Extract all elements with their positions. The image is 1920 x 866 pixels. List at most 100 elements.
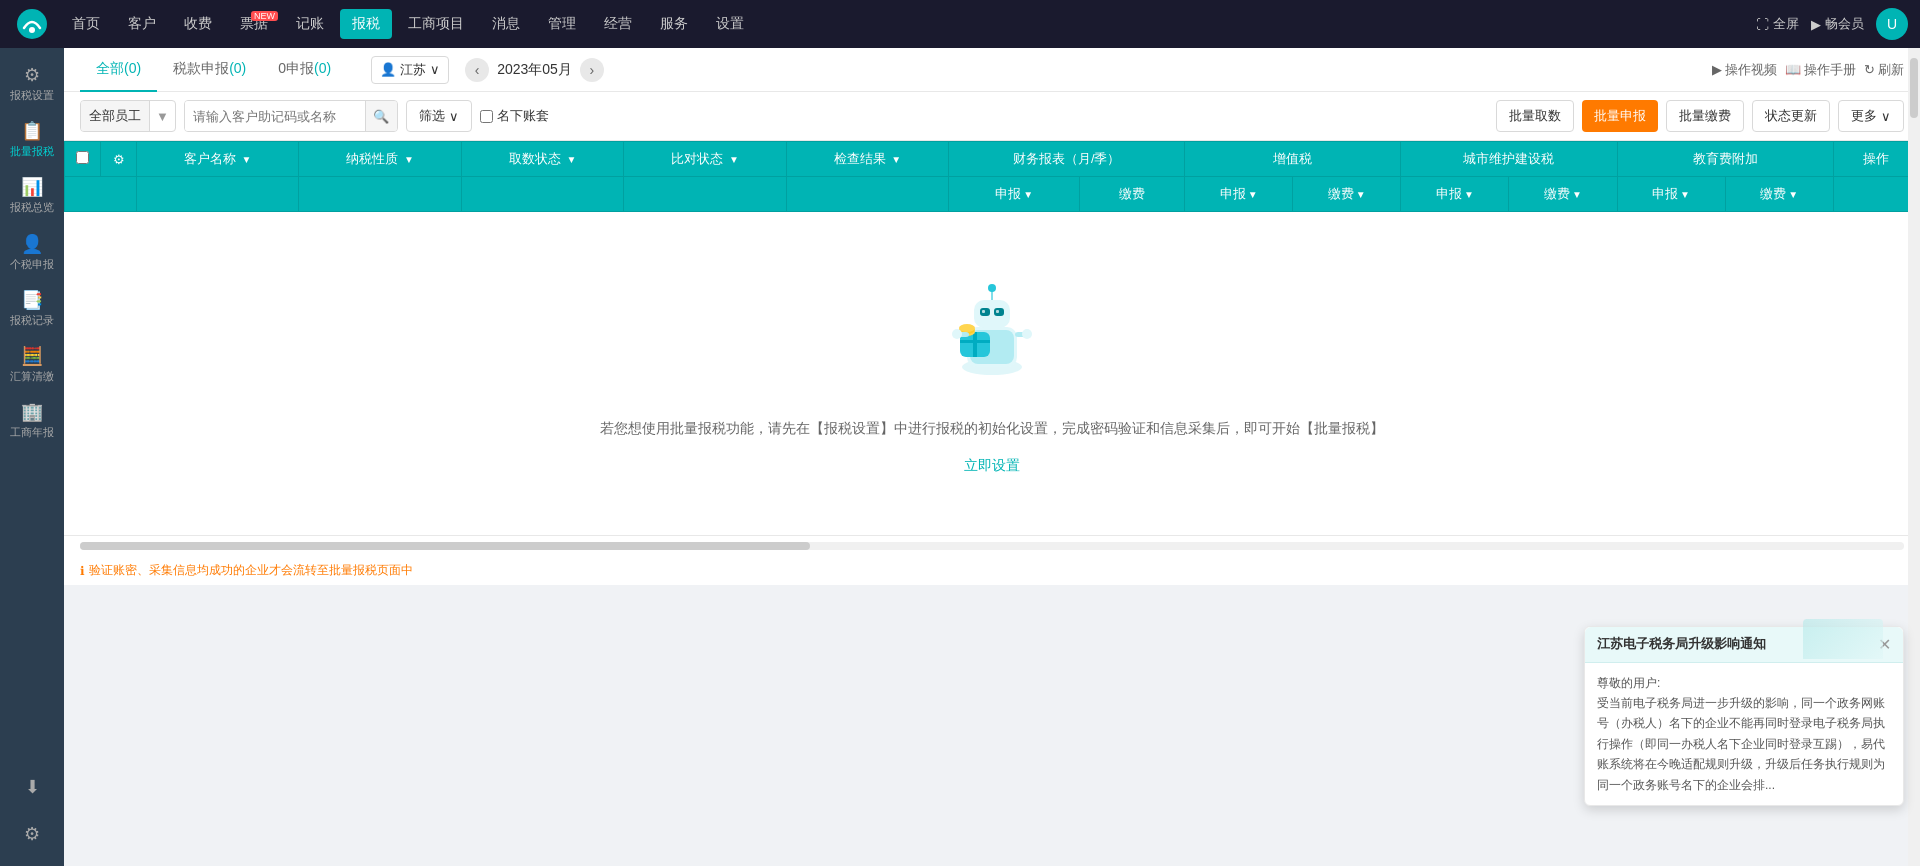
top-nav-right: ⛶ 全屏 ▶ 畅会员 U	[1756, 8, 1908, 40]
sidebar-item-tax-settings[interactable]: ⚙ 报税设置	[4, 56, 60, 110]
batch-get-button[interactable]: 批量取数	[1496, 100, 1574, 132]
employee-select[interactable]: 全部员工 ▼	[80, 100, 176, 132]
batch-pay-button[interactable]: 批量缴费	[1666, 100, 1744, 132]
filter-button[interactable]: 筛选 ∨	[406, 100, 472, 132]
nav-tax[interactable]: 报税	[340, 9, 392, 39]
vat-pay-sort[interactable]: ▼	[1356, 189, 1366, 200]
nav-items: 首页 客户 收费 票据 NEW 记账 报税 工商项目 消息 管理 经营 服务 设…	[60, 9, 1756, 39]
nav-accounting[interactable]: 记账	[284, 9, 336, 39]
employee-select-label: 全部员工	[81, 101, 150, 131]
th-finance-report: 财务报表（月/季）	[949, 142, 1185, 177]
scroll-track[interactable]	[80, 542, 1904, 550]
member-icon: ▶	[1811, 17, 1821, 32]
nav-customer[interactable]: 客户	[116, 9, 168, 39]
user-settings-icon: ⚙	[24, 823, 40, 845]
refresh-action[interactable]: ↻ 刷新	[1864, 61, 1904, 79]
app-logo[interactable]	[12, 4, 52, 44]
nav-settings[interactable]: 设置	[704, 9, 756, 39]
right-scrollbar[interactable]	[1908, 48, 1920, 866]
tax-overview-icon: 📊	[21, 176, 43, 198]
tax-sort-icon[interactable]: ▼	[404, 154, 414, 165]
fetch-sort-icon[interactable]: ▼	[566, 154, 576, 165]
th-edu-surcharge: 教育费附加	[1617, 142, 1833, 177]
batch-declare-button[interactable]: 批量申报	[1582, 100, 1658, 132]
sidebar-user-settings[interactable]: ⚙	[4, 815, 60, 856]
notice-text: 验证账密、采集信息均成功的企业才会流转至批量报税页面中	[89, 562, 413, 579]
sidebar-item-settlement[interactable]: 🧮 汇算清缴	[4, 337, 60, 391]
th-empty4	[461, 177, 623, 212]
th-checkbox	[65, 142, 101, 177]
tab-all[interactable]: 全部(0)	[80, 48, 157, 92]
region-chevron-icon: ∨	[430, 62, 440, 77]
svg-point-20	[952, 329, 962, 339]
scroll-thumb	[80, 542, 810, 550]
sidebar-item-annual-report[interactable]: 🏢 工商年报	[4, 393, 60, 447]
region-icon: 👤	[380, 62, 396, 77]
nav-message[interactable]: 消息	[480, 9, 532, 39]
vat-declare-sort[interactable]: ▼	[1248, 189, 1258, 200]
table-container: ⚙ 客户名称 ▼ 纳税性质 ▼ 取数状态 ▼ 比对状态	[64, 141, 1920, 535]
nav-operation[interactable]: 经营	[592, 9, 644, 39]
more-button[interactable]: 更多 ∨	[1838, 100, 1904, 132]
bottom-notice: ℹ 验证账密、采集信息均成功的企业才会流转至批量报税页面中	[64, 556, 1920, 585]
empty-state: 若您想使用批量报税功能，请先在【报税设置】中进行报税的初始化设置，完成密码验证和…	[65, 212, 1920, 535]
setup-link[interactable]: 立即设置	[964, 457, 1020, 475]
check-sort-icon[interactable]: ▼	[891, 154, 901, 165]
fullscreen-btn[interactable]: ⛶ 全屏	[1756, 15, 1799, 33]
select-all-checkbox[interactable]	[76, 151, 89, 164]
manual-action[interactable]: 📖 操作手册	[1785, 61, 1856, 79]
svg-point-0	[17, 9, 47, 39]
user-avatar[interactable]: U	[1876, 8, 1908, 40]
annual-report-label: 工商年报	[10, 426, 54, 439]
th-empty6	[786, 177, 948, 212]
sidebar-item-batch-tax[interactable]: 📋 批量报税	[4, 112, 60, 166]
video-action[interactable]: ▶ 操作视频	[1712, 61, 1777, 79]
th-tax-type: 纳税性质 ▼	[299, 142, 461, 177]
tab-bar: 全部(0) 税款申报(0) 0申报(0) 👤 江苏 ∨ ‹ 2023年05月 ›…	[64, 48, 1920, 92]
date-prev-btn[interactable]: ‹	[465, 58, 489, 82]
personal-tax-icon: 👤	[21, 233, 43, 255]
nav-fee[interactable]: 收费	[172, 9, 224, 39]
svg-point-10	[959, 324, 975, 332]
edu-declare-sort[interactable]: ▼	[1680, 189, 1690, 200]
th-vat-pay: 缴费▼	[1293, 177, 1401, 212]
checkbox-label[interactable]: 名下账套	[480, 107, 549, 125]
notification-panel: 江苏电子税务局升级影响通知 ✕ 尊敬的用户: 受当前电子税务局进一步升级的影响，…	[1584, 626, 1904, 806]
sidebar-item-tax-overview[interactable]: 📊 报税总览	[4, 168, 60, 222]
nav-home[interactable]: 首页	[60, 9, 112, 39]
settings-icon[interactable]: ⚙	[113, 152, 125, 167]
notification-body-text: 尊敬的用户: 受当前电子税务局进一步升级的影响，同一个政务网账号（办税人）名下的…	[1597, 676, 1885, 792]
svg-rect-11	[974, 300, 1010, 328]
date-next-btn[interactable]: ›	[580, 58, 604, 82]
member-btn[interactable]: ▶ 畅会员	[1811, 15, 1864, 33]
region-selector[interactable]: 👤 江苏 ∨	[371, 56, 449, 84]
filter-chevron-icon: ∨	[449, 109, 459, 124]
city-declare-sort[interactable]: ▼	[1464, 189, 1474, 200]
search-wrapper: 🔍	[184, 100, 398, 132]
status-update-button[interactable]: 状态更新	[1752, 100, 1830, 132]
sort-icon[interactable]: ▼	[242, 154, 252, 165]
nav-service[interactable]: 服务	[648, 9, 700, 39]
sidebar-item-personal-tax[interactable]: 👤 个税申报	[4, 225, 60, 279]
nav-business[interactable]: 工商项目	[396, 9, 476, 39]
search-button[interactable]: 🔍	[365, 101, 397, 131]
svg-point-21	[1022, 329, 1032, 339]
tab-zero-declare[interactable]: 0申报(0)	[262, 48, 347, 92]
th-edu-pay: 缴费▼	[1725, 177, 1833, 212]
search-input[interactable]	[185, 101, 365, 131]
th-city-build: 城市维护建设税	[1401, 142, 1617, 177]
sidebar-download[interactable]: ⬇	[4, 768, 60, 809]
svg-point-1	[29, 27, 35, 33]
edu-pay-sort[interactable]: ▼	[1788, 189, 1798, 200]
account-checkbox[interactable]	[480, 110, 493, 123]
nav-manage[interactable]: 管理	[536, 9, 588, 39]
fin-declare-sort[interactable]: ▼	[1023, 189, 1033, 200]
sidebar-item-tax-record[interactable]: 📑 报税记录	[4, 281, 60, 335]
th-finance-pay: 缴费	[1080, 177, 1185, 212]
nav-invoice[interactable]: 票据 NEW	[228, 9, 280, 39]
city-pay-sort[interactable]: ▼	[1572, 189, 1582, 200]
tax-settings-icon: ⚙	[24, 64, 40, 86]
compare-sort-icon[interactable]: ▼	[729, 154, 739, 165]
tab-tax-declare[interactable]: 税款申报(0)	[157, 48, 262, 92]
date-display: 2023年05月	[497, 61, 572, 79]
